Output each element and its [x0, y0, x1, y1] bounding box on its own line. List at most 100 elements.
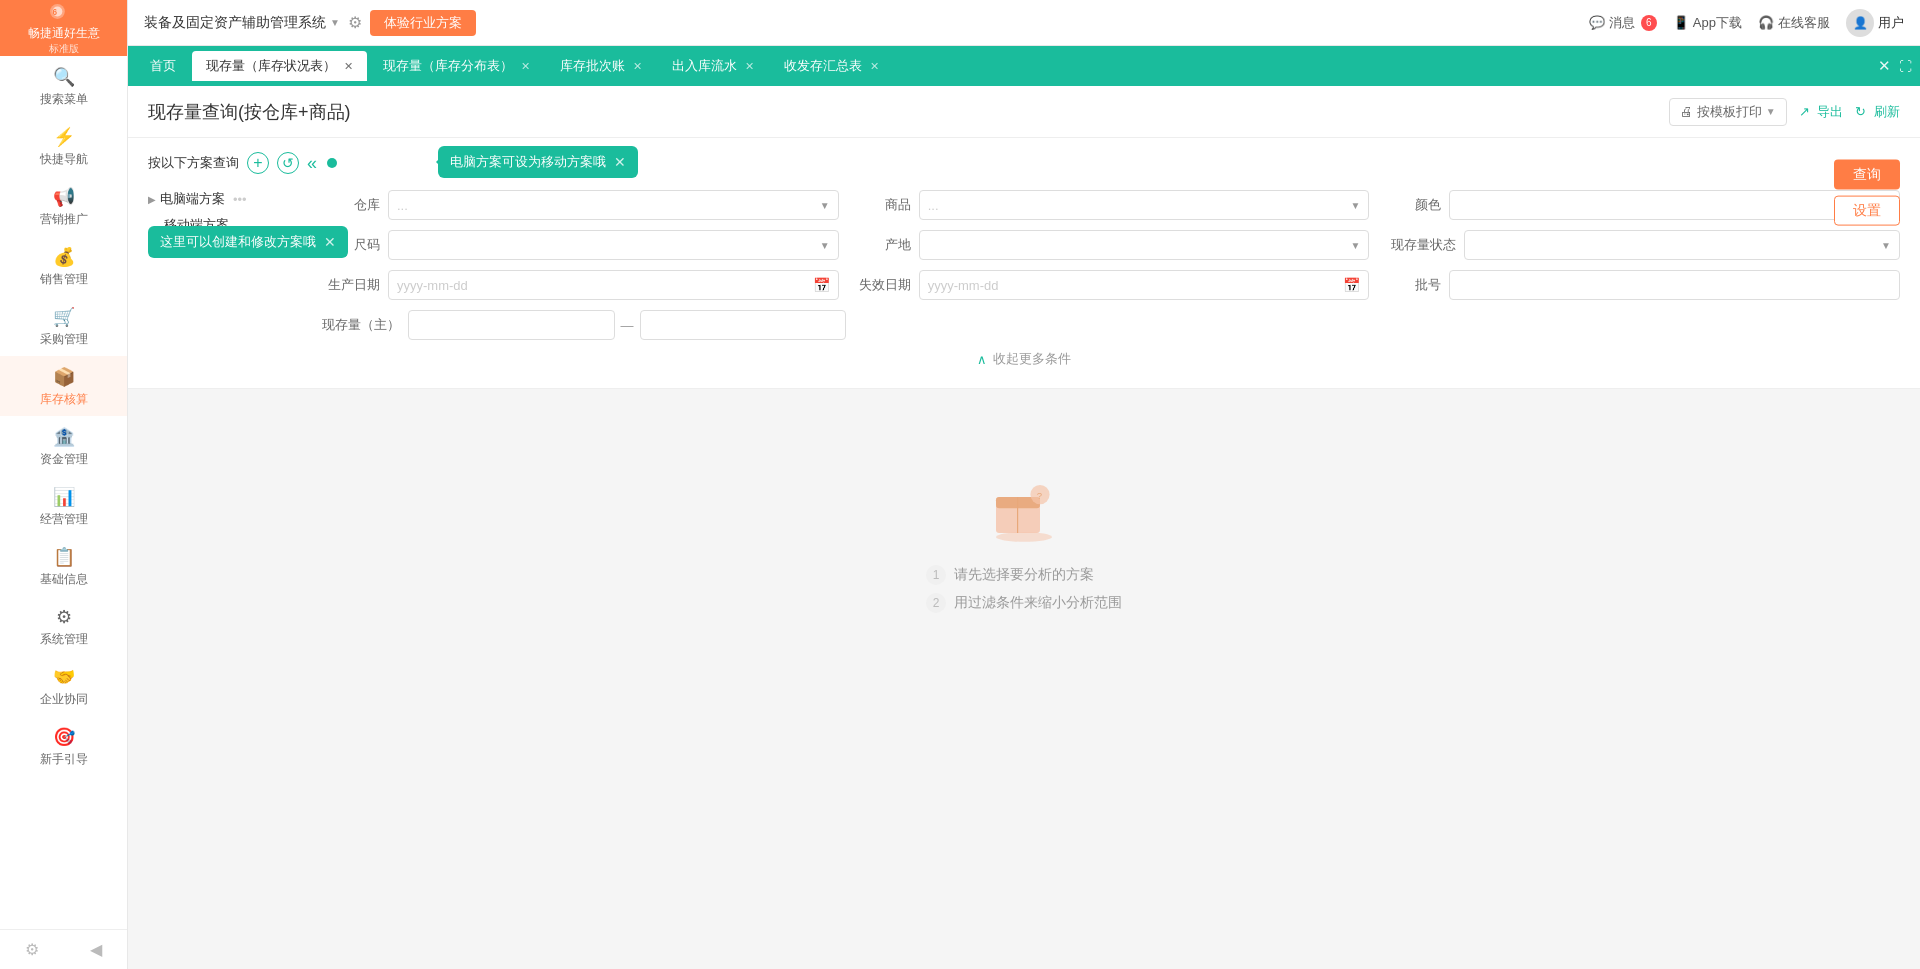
tab-bar: 首页 现存量（库存状况表） ✕ 现存量（库存分布表） ✕ 库存批次账 ✕ 出入库… — [128, 46, 1920, 86]
sales-icon: 💰 — [53, 246, 75, 268]
tab-collect-summary[interactable]: 收发存汇总表 ✕ — [770, 51, 893, 81]
collapse-icon[interactable]: ◀ — [90, 940, 102, 959]
user-action[interactable]: 👤 用户 — [1846, 9, 1904, 37]
tab-in-out-flow[interactable]: 出入库流水 ✕ — [658, 51, 768, 81]
tab-batch-ledger[interactable]: 库存批次账 ✕ — [546, 51, 656, 81]
sidebar-item-quick-nav[interactable]: ⚡ 快捷导航 — [0, 116, 127, 176]
svg-point-3 — [996, 532, 1052, 542]
tab-home[interactable]: 首页 — [136, 51, 190, 81]
expire-date-input[interactable]: yyyy-mm-dd 📅 — [919, 270, 1370, 300]
tab-batch-ledger-close[interactable]: ✕ — [633, 60, 642, 73]
svg-text:6: 6 — [52, 8, 57, 17]
stock-main-max[interactable] — [640, 310, 847, 340]
sidebar-item-finance[interactable]: 🏦 资金管理 — [0, 416, 127, 476]
tab-inventory-dist-close[interactable]: ✕ — [521, 60, 530, 73]
settings-bottom-icon[interactable]: ⚙ — [25, 940, 39, 959]
empty-hint-1: 1 请先选择要分析的方案 — [926, 565, 1122, 585]
system-title-select[interactable]: 装备及固定资产辅助管理系统 ▼ — [144, 14, 340, 32]
logo-main-text: 畅捷通好生意 — [28, 25, 100, 42]
main-area: 装备及固定资产辅助管理系统 ▼ ⚙ 体验行业方案 💬 消息 6 📱 App下载 … — [128, 0, 1920, 969]
filter-field-warehouse: 仓库 ... ▼ — [320, 190, 839, 220]
online-service-action[interactable]: 🎧 在线客服 — [1758, 14, 1830, 32]
sidebar-item-label: 库存核算 — [40, 391, 88, 408]
sidebar-item-label: 资金管理 — [40, 451, 88, 468]
sidebar-bottom: ⚙ ◀ — [0, 929, 127, 969]
sidebar-nav: 🔍 搜索菜单 ⚡ 快捷导航 📢 营销推广 💰 销售管理 🛒 采购管理 📦 库存核… — [0, 56, 127, 929]
warehouse-label: 仓库 — [320, 196, 380, 214]
tab-collect-summary-close[interactable]: ✕ — [870, 60, 879, 73]
produce-date-calendar-icon[interactable]: 📅 — [813, 277, 830, 293]
sidebar-item-basic[interactable]: 📋 基础信息 — [0, 536, 127, 596]
filter-row-2: 尺码 ▼ 产地 ▼ — [320, 230, 1900, 260]
tab-inventory-status-close[interactable]: ✕ — [344, 60, 353, 73]
refresh-button[interactable]: ↻ 刷新 — [1855, 103, 1900, 121]
sidebar-item-marketing[interactable]: 📢 营销推广 — [0, 176, 127, 236]
sidebar-item-operations[interactable]: 📊 经营管理 — [0, 476, 127, 536]
origin-select[interactable]: ▼ — [919, 230, 1370, 260]
sidebar-item-guide[interactable]: 🎯 新手引导 — [0, 716, 127, 776]
sidebar-item-sales[interactable]: 💰 销售管理 — [0, 236, 127, 296]
warehouse-select[interactable]: ... ▼ — [388, 190, 839, 220]
message-action[interactable]: 💬 消息 6 — [1589, 14, 1657, 32]
filter-field-stock-status: 现存量状态 ▼ — [1381, 230, 1900, 260]
stock-status-label: 现存量状态 — [1381, 236, 1456, 254]
top-header: 装备及固定资产辅助管理系统 ▼ ⚙ 体验行业方案 💬 消息 6 📱 App下载 … — [128, 0, 1920, 46]
color-select[interactable]: ▼ — [1449, 190, 1900, 220]
produce-date-input[interactable]: yyyy-mm-dd 📅 — [388, 270, 839, 300]
tooltip-1-close[interactable]: ✕ — [614, 154, 626, 170]
tab-inventory-dist[interactable]: 现存量（库存分布表） ✕ — [369, 51, 544, 81]
sidebar-item-search[interactable]: 🔍 搜索菜单 — [0, 56, 127, 116]
sidebar-item-label: 企业协同 — [40, 691, 88, 708]
scheme-tree-pc[interactable]: ▶ 电脑端方案 ••• — [148, 186, 308, 212]
filter-header: 按以下方案查询 + ↺ « 电脑方案可设为移动方案哦 ✕ — [148, 152, 1900, 174]
search-button[interactable]: 查询 — [1834, 160, 1900, 190]
hint-text-1: 请先选择要分析的方案 — [954, 566, 1094, 584]
filter-reset-button[interactable]: ↺ — [277, 152, 299, 174]
page-content: 现存量查询(按仓库+商品) 🖨 按模板打印 ▼ ↗ 导出 ↻ 刷新 — [128, 86, 1920, 969]
expire-date-calendar-icon[interactable]: 📅 — [1343, 277, 1360, 293]
tab-inventory-status[interactable]: 现存量（库存状况表） ✕ — [192, 51, 367, 81]
tab-inventory-status-label: 现存量（库存状况表） — [206, 57, 336, 75]
user-name: 用户 — [1878, 14, 1904, 32]
filter-add-button[interactable]: + — [247, 152, 269, 174]
tooltip-2-close[interactable]: ✕ — [324, 234, 336, 250]
goods-select[interactable]: ... ▼ — [919, 190, 1370, 220]
basic-icon: 📋 — [53, 546, 75, 568]
sidebar-item-purchase[interactable]: 🛒 采购管理 — [0, 296, 127, 356]
size-arrow-icon: ▼ — [820, 240, 830, 251]
trial-button[interactable]: 体验行业方案 — [370, 10, 476, 36]
sidebar: 6 畅捷通好生意 标准版 🔍 搜索菜单 ⚡ 快捷导航 📢 营销推广 💰 销售管理… — [0, 0, 128, 969]
settings-icon[interactable]: ⚙ — [348, 13, 362, 32]
size-select[interactable]: ▼ — [388, 230, 839, 260]
stock-status-select[interactable]: ▼ — [1464, 230, 1900, 260]
tab-maximize-icon[interactable]: ⛶ — [1899, 59, 1912, 74]
finance-icon: 🏦 — [53, 426, 75, 448]
export-button[interactable]: ↗ 导出 — [1799, 103, 1844, 121]
sidebar-item-enterprise[interactable]: 🤝 企业协同 — [0, 656, 127, 716]
tree-pc-label: 电脑端方案 — [160, 190, 225, 208]
setup-button[interactable]: 设置 — [1834, 196, 1900, 226]
app-download-label: App下载 — [1693, 14, 1742, 32]
more-conditions-button[interactable]: ∧ 收起更多条件 — [148, 344, 1900, 374]
logo-sub-text: 标准版 — [49, 42, 79, 56]
sidebar-item-label: 营销推广 — [40, 211, 88, 228]
tree-pc-dots[interactable]: ••• — [233, 192, 247, 207]
app-download-action[interactable]: 📱 App下载 — [1673, 14, 1742, 32]
stock-status-arrow-icon: ▼ — [1881, 240, 1891, 251]
sidebar-item-system[interactable]: ⚙ 系统管理 — [0, 596, 127, 656]
quick-nav-icon: ⚡ — [53, 126, 75, 148]
stock-main-min[interactable] — [408, 310, 615, 340]
avatar: 👤 — [1846, 9, 1874, 37]
page-title: 现存量查询(按仓库+商品) — [148, 100, 351, 124]
hint-num-2: 2 — [926, 593, 946, 613]
sidebar-item-inventory[interactable]: 📦 库存核算 — [0, 356, 127, 416]
search-nav-icon: 🔍 — [53, 66, 75, 88]
tab-in-out-flow-close[interactable]: ✕ — [745, 60, 754, 73]
filter-back-button[interactable]: « — [307, 153, 317, 174]
batch-input[interactable] — [1449, 270, 1900, 300]
sidebar-item-label: 搜索菜单 — [40, 91, 88, 108]
print-button[interactable]: 🖨 按模板打印 ▼ — [1669, 98, 1787, 126]
system-title-text: 装备及固定资产辅助管理系统 — [144, 14, 326, 32]
tab-close-all-icon[interactable]: ✕ — [1878, 57, 1891, 75]
empty-illustration: ? — [974, 469, 1074, 549]
